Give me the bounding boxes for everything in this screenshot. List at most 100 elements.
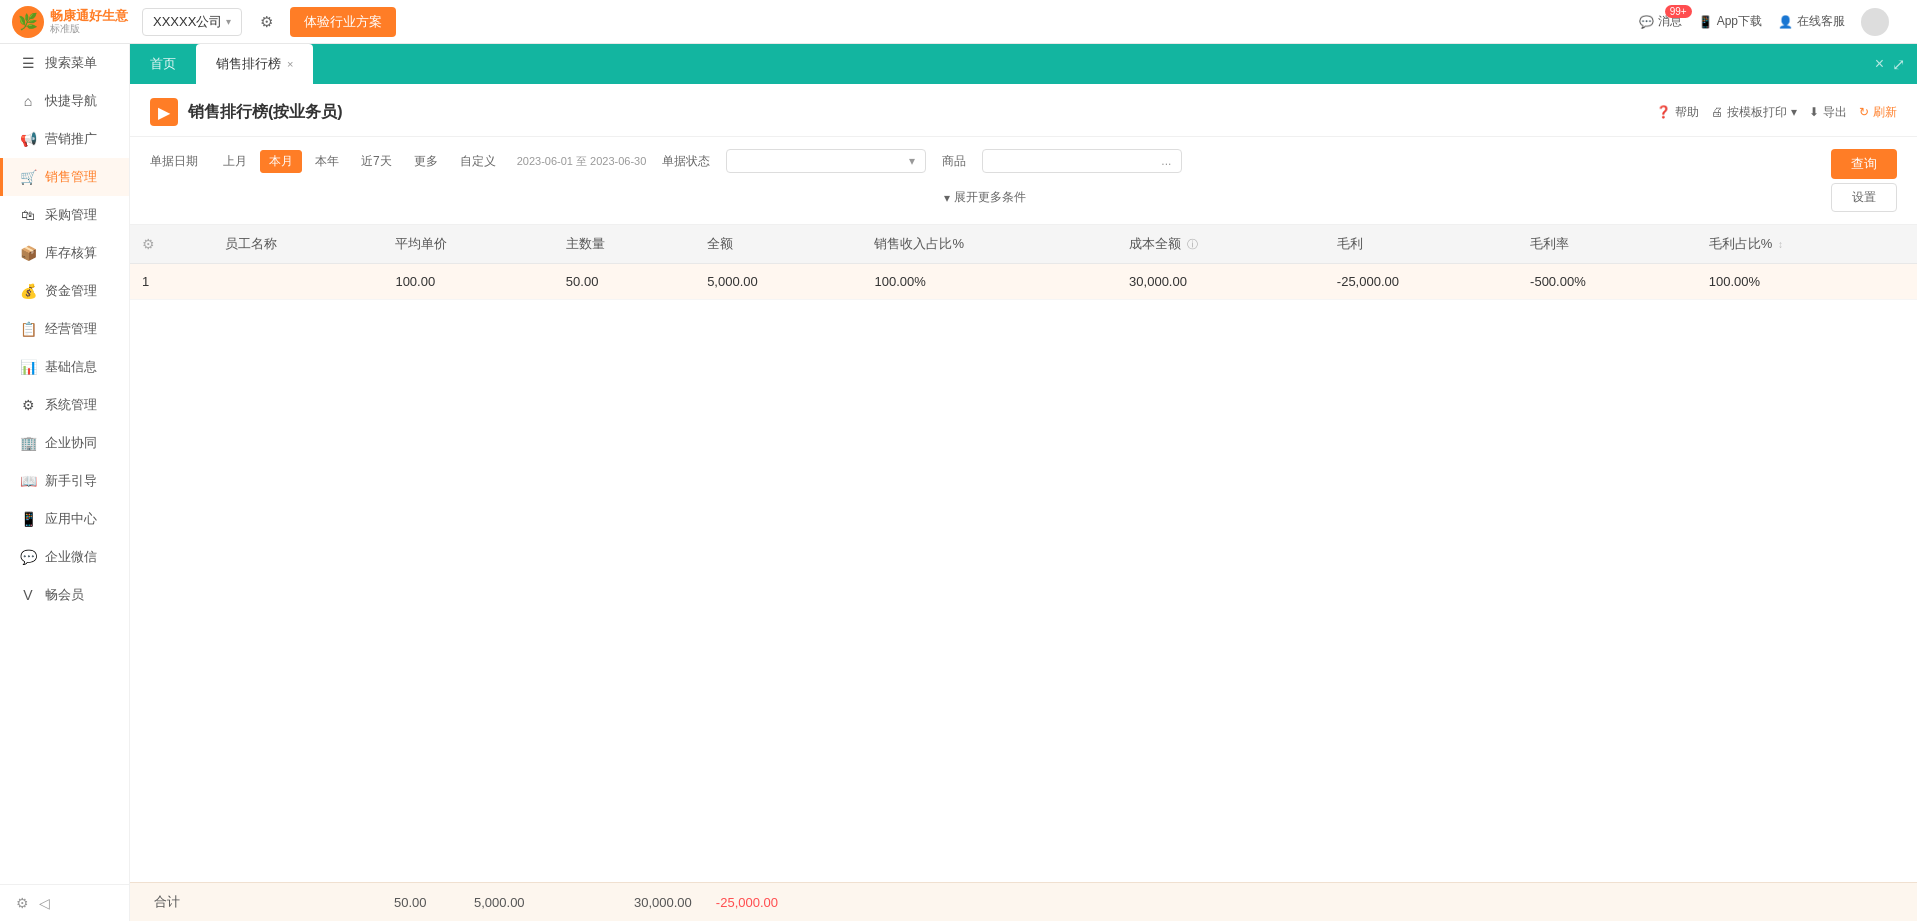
date-tab-last-month[interactable]: 上月 [214,150,256,173]
tab-close-icon[interactable]: × [287,58,293,70]
message-button[interactable]: 💬 消息 99+ [1639,13,1682,30]
window-close-icon[interactable]: × [1875,55,1884,73]
finance-icon: 💰 [19,283,37,299]
expand-filters-button[interactable]: ▾ 展开更多条件 [944,189,1026,206]
sidebar-item-guide[interactable]: 📖 新手引导 [0,462,129,500]
content-area: 首页 销售排行榜 × × ⤢ ▶ 销售排行榜(按业务员) [130,44,1917,921]
cell-profit: -25,000.00 [1325,264,1518,300]
date-tab-7days[interactable]: 近7天 [352,150,401,173]
sidebar-item-label: 快捷导航 [45,92,97,110]
print-dropdown-icon[interactable]: ▾ [1791,105,1797,119]
cell-employee [213,264,383,300]
footer-amount: 5,000.00 [462,895,542,910]
filter-main: 单据日期 上月 本月 本年 近7天 更多 自定义 2023-06-01 至 20… [150,149,1897,212]
cell-profit-rate: -500.00% [1518,264,1697,300]
page-title: 销售排行榜(按业务员) [188,102,343,123]
sidebar-item-system[interactable]: ⚙ 系统管理 [0,386,129,424]
search-icon: ☰ [19,55,37,71]
sidebar-item-label: 新手引导 [45,472,97,490]
goods-more-icon[interactable]: ... [1161,154,1171,168]
sidebar-item-quick-nav[interactable]: ⌂ 快捷导航 [0,82,129,120]
sidebar-item-label: 系统管理 [45,396,97,414]
print-label: 按模板打印 [1727,104,1787,121]
goods-select[interactable]: ... [982,149,1182,173]
chevron-down-icon: ▾ [226,16,231,27]
print-button[interactable]: 🖨 按模板打印 ▾ [1711,104,1797,121]
cost-info-icon[interactable]: ⓘ [1187,238,1198,250]
col-sales-pct: 销售收入占比% [862,225,1117,264]
status-select[interactable]: ▾ [726,149,926,173]
col-profit-pct: 毛利占比% ↕ [1697,225,1917,264]
logo-sub: 标准版 [50,23,128,35]
logo-icon: 🌿 [12,6,44,38]
data-table: ⚙ 员工名称 平均单价 主数量 全额 销售收入占比% 成本全额 ⓘ [130,225,1917,300]
footer-profit: -25,000.00 [704,895,790,910]
query-area: 查询 设置 [1831,149,1897,212]
date-filter-label: 单据日期 [150,153,198,170]
company-selector[interactable]: XXXXX公司 ▾ [142,8,242,36]
help-button[interactable]: ❓ 帮助 [1656,104,1699,121]
service-label: 在线客服 [1797,13,1845,30]
window-expand-icon[interactable]: ⤢ [1892,55,1905,74]
profit-pct-sort-icon[interactable]: ↕ [1778,239,1783,250]
settings-icon[interactable]: ⚙ [252,8,280,36]
sales-icon: 🛒 [19,169,37,185]
date-tab-this-year[interactable]: 本年 [306,150,348,173]
col-profit-rate: 毛利率 [1518,225,1697,264]
sidebar-item-label: 基础信息 [45,358,97,376]
sidebar-item-purchase[interactable]: 🛍 采购管理 [0,196,129,234]
sidebar-item-operations[interactable]: 📋 经营管理 [0,310,129,348]
query-button[interactable]: 查询 [1831,149,1897,179]
footer-label: 合计 [142,893,302,911]
cell-profit-pct: 100.00% [1697,264,1917,300]
sidebar-item-enterprise[interactable]: 🏢 企业协同 [0,424,129,462]
refresh-button[interactable]: ↻ 刷新 [1859,104,1897,121]
sidebar-item-marketing[interactable]: 📢 营销推广 [0,120,129,158]
date-tab-more[interactable]: 更多 [405,150,447,173]
sidebar-item-sales[interactable]: 🛒 销售管理 [0,158,129,196]
column-settings-icon[interactable]: ⚙ [142,236,155,252]
sidebar-item-member[interactable]: V 畅会员 [0,576,129,614]
sidebar-item-inventory[interactable]: 📦 库存核算 [0,234,129,272]
tab-bar-right: × ⤢ [1863,55,1917,74]
sidebar-item-finance[interactable]: 💰 资金管理 [0,272,129,310]
filter-bar: 单据日期 上月 本月 本年 近7天 更多 自定义 2023-06-01 至 20… [130,137,1917,225]
avatar[interactable] [1861,8,1889,36]
guide-icon: 📖 [19,473,37,489]
sidebar-item-label: 经营管理 [45,320,97,338]
export-button[interactable]: ⬇ 导出 [1809,104,1847,121]
date-tab-this-month[interactable]: 本月 [260,150,302,173]
col-employee: 员工名称 [213,225,383,264]
bottom-settings-icon[interactable]: ⚙ [16,895,29,911]
top-right-area: 💬 消息 99+ 📱 App下载 👤 在线客服 [1639,8,1905,36]
col-avg-price: 平均单价 [383,225,553,264]
help-icon: ❓ [1656,105,1671,119]
sidebar-item-label: 营销推广 [45,130,97,148]
sidebar-item-search-order[interactable]: ☰ 搜索菜单 [0,44,129,82]
col-settings[interactable]: ⚙ [130,225,213,264]
col-main-qty: 主数量 [554,225,695,264]
tab-home-label: 首页 [150,55,176,73]
back-button[interactable]: ▶ [150,98,178,126]
date-tab-custom[interactable]: 自定义 [451,150,505,173]
trial-button[interactable]: 体验行业方案 [290,7,396,37]
app-label: App下载 [1717,13,1762,30]
sidebar-item-basic-info[interactable]: 📊 基础信息 [0,348,129,386]
settings-button[interactable]: 设置 [1831,183,1897,212]
online-service-button[interactable]: 👤 在线客服 [1778,13,1845,30]
app-download-button[interactable]: 📱 App下载 [1698,13,1762,30]
date-tabs: 上月 本月 本年 近7天 更多 自定义 2023-06-01 至 2023-06… [214,150,646,173]
footer-cost: 30,000.00 [622,895,704,910]
tab-home[interactable]: 首页 [130,44,196,84]
status-dropdown-icon: ▾ [909,154,915,168]
filter-inputs: 单据日期 上月 本月 本年 近7天 更多 自定义 2023-06-01 至 20… [150,149,1819,206]
table-row[interactable]: 1100.0050.005,000.00100.00%30,000.00-25,… [130,264,1917,300]
collapse-icon[interactable]: ◁ [39,895,50,911]
main-area: ☰ 搜索菜单 ⌂ 快捷导航 📢 营销推广 🛒 销售管理 🛍 采购管理 📦 库 [0,44,1917,921]
tab-sales-rank[interactable]: 销售排行榜 × [196,44,313,84]
system-icon: ⚙ [19,397,37,413]
sidebar-item-label: 采购管理 [45,206,97,224]
sidebar-item-app-center[interactable]: 📱 应用中心 [0,500,129,538]
sidebar-item-wechat[interactable]: 💬 企业微信 [0,538,129,576]
app-icon: 📱 [1698,15,1713,29]
